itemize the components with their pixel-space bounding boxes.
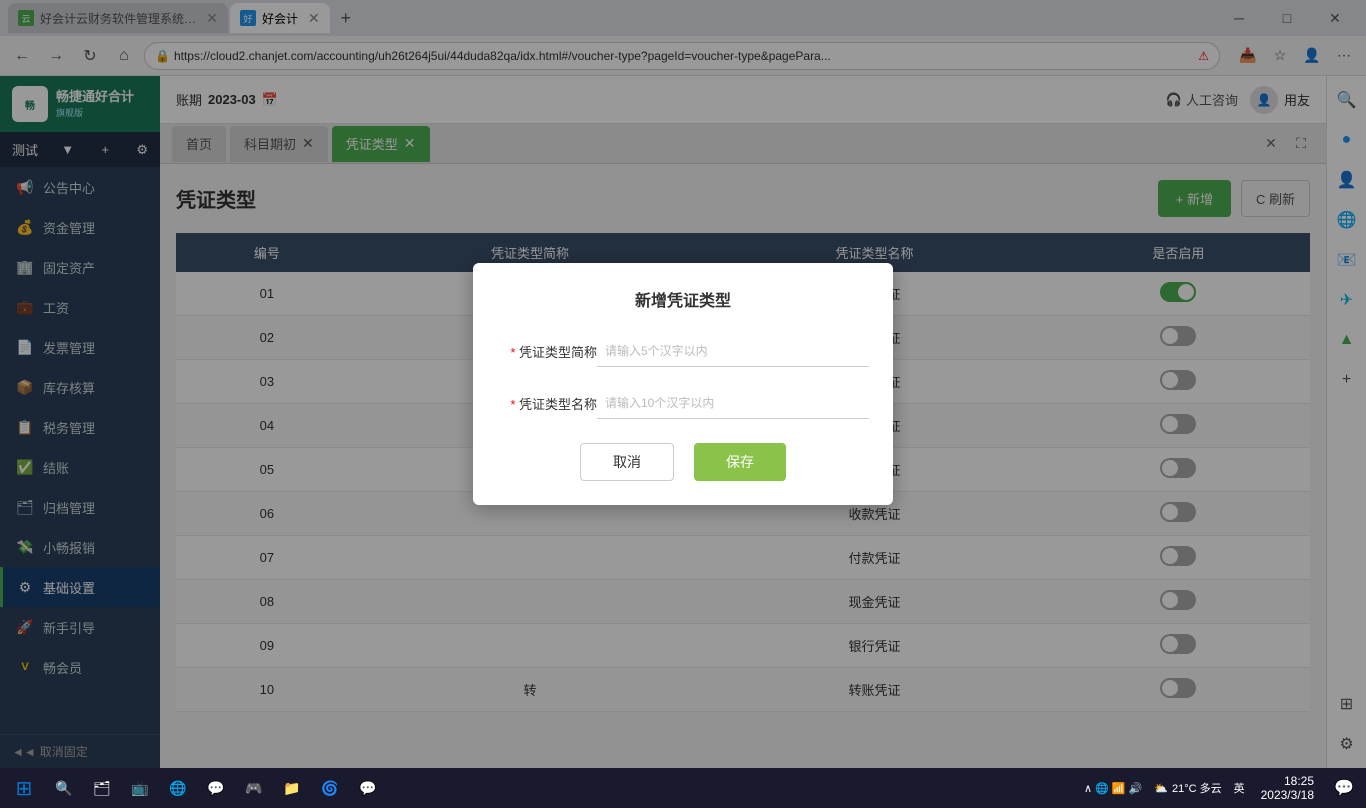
- taskbar: ⊞ 🔍 🗂 📺 🌐 💬 🎮 📁 🌀 💬 ∧ 🌐 📶 🔊 ⛅ 21°C 多云 英: [0, 768, 1366, 808]
- chat-taskbar[interactable]: 💬: [198, 770, 234, 806]
- cancel-button[interactable]: 取消: [580, 443, 674, 481]
- wechat-taskbar[interactable]: 💬: [350, 770, 386, 806]
- abbr-form-row: 凭证类型简称: [497, 335, 869, 367]
- store-icon: 🎮: [242, 776, 266, 800]
- taskbar-sys-icons[interactable]: ∧ 🌐 📶 🔊: [1080, 782, 1146, 795]
- explorer-icon: 📁: [280, 776, 304, 800]
- abbr-input[interactable]: [597, 335, 869, 367]
- modal-title: 新增凭证类型: [497, 287, 869, 311]
- chrome-taskbar[interactable]: 🌀: [312, 770, 348, 806]
- start-button[interactable]: ⊞: [4, 770, 44, 806]
- chrome-icon: 🌀: [318, 776, 342, 800]
- name-input[interactable]: [597, 387, 869, 419]
- wechat-icon: 💬: [356, 776, 380, 800]
- taskview-taskbar[interactable]: 🗂: [84, 770, 120, 806]
- explorer-taskbar[interactable]: 📁: [274, 770, 310, 806]
- widgets-taskbar[interactable]: 📺: [122, 770, 158, 806]
- taskbar-right: ∧ 🌐 📶 🔊 ⛅ 21°C 多云 英 18:25 2023/3/18 💬: [1080, 770, 1362, 806]
- weather-icon: ⛅: [1154, 782, 1168, 795]
- name-label: 凭证类型名称: [497, 394, 597, 413]
- abbr-label: 凭证类型简称: [497, 342, 597, 361]
- weather-display: ⛅ 21°C 多云: [1150, 780, 1225, 796]
- search-taskbar[interactable]: 🔍: [46, 770, 82, 806]
- name-form-row: 凭证类型名称: [497, 387, 869, 419]
- modal-footer: 取消 保存: [497, 443, 869, 481]
- lang-selector[interactable]: 英: [1230, 780, 1249, 796]
- notifications-icon: 💬: [1334, 778, 1354, 798]
- widgets-icon: 📺: [128, 776, 152, 800]
- store-taskbar[interactable]: 🎮: [236, 770, 272, 806]
- modal-overlay: 新增凭证类型 凭证类型简称 凭证类型名称 取消 保存: [0, 0, 1366, 768]
- edge-icon: 🌐: [166, 776, 190, 800]
- save-button[interactable]: 保存: [694, 443, 786, 481]
- system-clock[interactable]: 18:25 2023/3/18: [1253, 774, 1322, 802]
- windows-icon: ⊞: [12, 776, 36, 800]
- chat-icon: 💬: [204, 776, 228, 800]
- taskview-icon: 🗂: [90, 776, 114, 800]
- edge-taskbar[interactable]: 🌐: [160, 770, 196, 806]
- search-taskbar-icon: 🔍: [52, 776, 76, 800]
- notifications-button[interactable]: 💬: [1326, 770, 1362, 806]
- add-voucher-type-modal: 新增凭证类型 凭证类型简称 凭证类型名称 取消 保存: [473, 263, 893, 505]
